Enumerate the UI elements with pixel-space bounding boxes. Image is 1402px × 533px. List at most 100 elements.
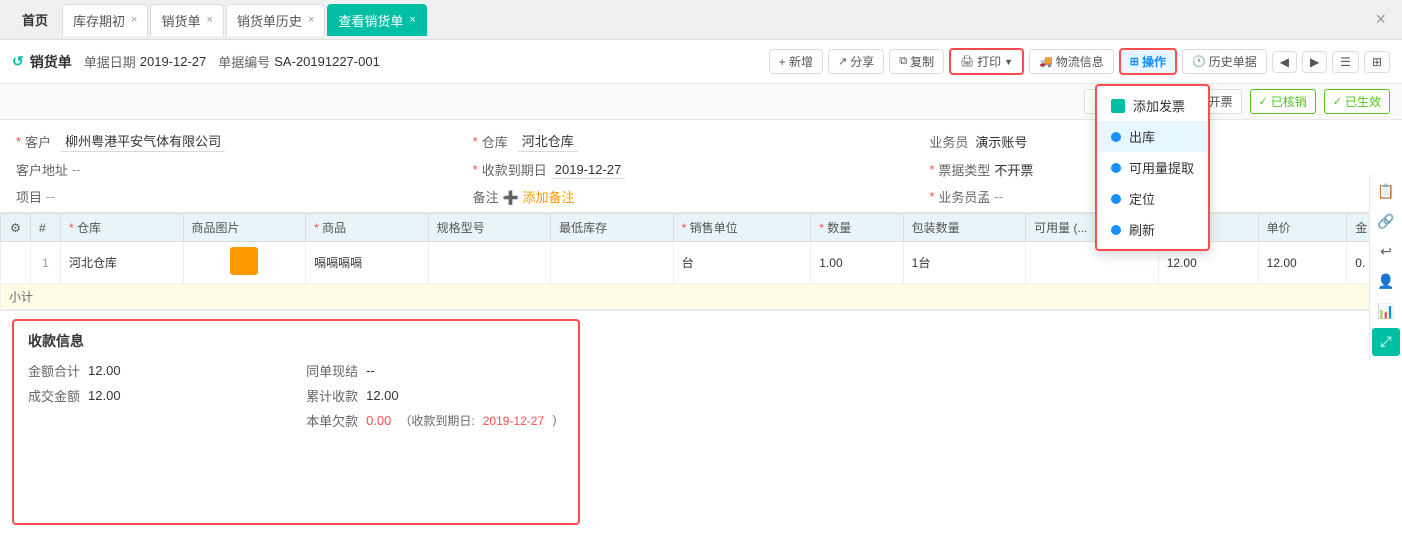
- address-field: 客户地址 --: [16, 160, 473, 179]
- doc-number-field: 单据编号 SA-20191227-001: [218, 52, 380, 71]
- close-icon[interactable]: ×: [409, 14, 415, 26]
- print-icon: 🖨: [960, 55, 974, 68]
- col-gear: ⚙: [1, 214, 31, 242]
- dropdown-item-add-invoice[interactable]: 添加发票: [1097, 90, 1208, 121]
- check-icon: ✓: [1259, 95, 1268, 108]
- cell-product-img: [183, 242, 306, 284]
- dropdown-arrow-icon: ▼: [1004, 57, 1013, 67]
- doc-date-field: 单据日期 2019-12-27: [84, 52, 207, 71]
- close-icon[interactable]: ×: [131, 14, 137, 26]
- toolbar-actions: + 新增 ↗ 分享 ⧉ 复制 🖨 打印 ▼ 🚚 物流信息 ⊞ 操作: [769, 48, 1390, 75]
- history-icon: 🕐: [1192, 55, 1206, 68]
- global-close-button[interactable]: ×: [1367, 9, 1394, 30]
- required-star: *: [929, 189, 934, 204]
- cell-spec: [428, 242, 551, 284]
- right-icon-4[interactable]: 👤: [1372, 268, 1400, 296]
- required-star: *: [473, 134, 478, 149]
- operations-dropdown: 添加发票 出库 可用量提取 定位 刷新: [1095, 84, 1210, 251]
- circle-icon: [1111, 163, 1121, 173]
- cell-num: 1: [31, 242, 61, 284]
- deal-amount-field: 成交金额 12.00: [28, 386, 286, 405]
- warehouse-field: * 仓库 河北仓库: [473, 130, 930, 152]
- col-pack-qty: 包装数量: [903, 214, 1026, 242]
- main-area: ↺ 销货单 单据日期 2019-12-27 单据编号 SA-20191227-0…: [0, 40, 1402, 533]
- dropdown-item-outbound[interactable]: 出库: [1097, 121, 1208, 152]
- logistics-button[interactable]: 🚚 物流信息: [1029, 49, 1114, 74]
- cell-pack-qty: 1台: [903, 242, 1026, 284]
- circle-icon: [1111, 194, 1121, 204]
- right-icon-5[interactable]: 📊: [1372, 298, 1400, 326]
- operations-button[interactable]: ⊞ 操作: [1119, 48, 1177, 75]
- customer-field: * 客户 柳州粤港平安气体有限公司: [16, 130, 473, 152]
- cell-product: 嗝嗝嗝嗝: [306, 242, 429, 284]
- col-quantity: * 数量: [811, 214, 903, 242]
- tab-home[interactable]: 首页: [8, 4, 62, 36]
- effective-button[interactable]: ✓ 已生效: [1324, 89, 1390, 114]
- circle-icon: [1111, 225, 1121, 235]
- view-list-button[interactable]: ☰: [1332, 51, 1359, 73]
- nav-next-button[interactable]: ▶: [1302, 51, 1327, 73]
- main-toolbar: ↺ 销货单 单据日期 2019-12-27 单据编号 SA-20191227-0…: [0, 40, 1402, 84]
- total-received-field: 累计收款 12.00: [306, 386, 564, 405]
- project-field: 项目 --: [16, 187, 473, 206]
- tab-inventory-open[interactable]: 库存期初 ×: [62, 4, 148, 36]
- print-button[interactable]: 🖨 打印 ▼: [949, 48, 1024, 75]
- checked-button[interactable]: ✓ 已核销: [1250, 89, 1316, 114]
- note-field: 备注 ➕ 添加备注: [473, 187, 930, 206]
- required-star: *: [16, 134, 21, 149]
- add-note-button[interactable]: ➕ 添加备注: [503, 187, 575, 206]
- logistics-icon: 🚚: [1039, 55, 1053, 68]
- receipt-info-panel: 收款信息 金额合计 12.00 同单现结 -- 成交金额 12.00 累计收款 …: [12, 319, 580, 525]
- subtotal-row: 小计: [1, 284, 1402, 310]
- effective-icon: ✓: [1333, 95, 1342, 108]
- required-star: *: [473, 162, 478, 177]
- right-icon-6[interactable]: ⤢: [1372, 328, 1400, 356]
- tab-bar: 首页 库存期初 × 销货单 × 销货单历史 × 查看销货单 × ×: [0, 0, 1402, 40]
- doc-icon: ↺: [12, 53, 24, 70]
- plus-icon: ➕: [503, 190, 519, 205]
- cell-unit-price: 12.00: [1258, 242, 1347, 284]
- operations-icon: ⊞: [1130, 55, 1139, 68]
- same-order-field: 同单现结 --: [306, 361, 564, 380]
- receipt-title: 收款信息: [28, 331, 564, 351]
- view-grid-button[interactable]: ⊞: [1364, 51, 1390, 73]
- close-icon[interactable]: ×: [206, 14, 212, 26]
- right-icon-panel: 📋 🔗 ↩ 👤 📊 ⤢: [1369, 174, 1402, 360]
- col-sales-unit: * 销售单位: [673, 214, 811, 242]
- tab-sales-history[interactable]: 销货单历史 ×: [226, 4, 325, 36]
- close-icon[interactable]: ×: [308, 14, 314, 26]
- square-icon: [1111, 99, 1125, 113]
- cell-gear: [1, 242, 31, 284]
- tab-sales-order[interactable]: 销货单 ×: [150, 4, 223, 36]
- copy-button[interactable]: ⧉ 复制: [889, 49, 944, 74]
- col-spec: 规格型号: [428, 214, 551, 242]
- cell-min-stock: [551, 242, 674, 284]
- payment-date-field: * 收款到期日 2019-12-27: [473, 160, 930, 179]
- col-product: * 商品: [306, 214, 429, 242]
- col-product-img: 商品图片: [183, 214, 306, 242]
- circle-icon: [1111, 132, 1121, 142]
- cell-warehouse: 河北仓库: [61, 242, 184, 284]
- share-icon: ↗: [838, 55, 847, 68]
- dropdown-item-available-qty[interactable]: 可用量提取: [1097, 152, 1208, 183]
- dropdown-item-refresh[interactable]: 刷新: [1097, 214, 1208, 245]
- right-icon-2[interactable]: 🔗: [1372, 208, 1400, 236]
- right-icon-1[interactable]: 📋: [1372, 178, 1400, 206]
- new-button[interactable]: + 新增: [769, 49, 823, 74]
- tab-view-sales[interactable]: 查看销货单 ×: [327, 4, 426, 36]
- col-warehouse: * 仓库: [61, 214, 184, 242]
- col-min-stock: 最低库存: [551, 214, 674, 242]
- nav-prev-button[interactable]: ◀: [1272, 51, 1297, 73]
- doc-info: ↺ 销货单 单据日期 2019-12-27 单据编号 SA-20191227-0…: [12, 52, 380, 72]
- share-button[interactable]: ↗ 分享: [828, 49, 884, 74]
- right-icon-3[interactable]: ↩: [1372, 238, 1400, 266]
- col-num: #: [31, 214, 61, 242]
- doc-title: ↺ 销货单: [12, 52, 72, 72]
- outstanding-field: 本单欠款 0.00 （收款到期日: 2019-12-27 ）: [306, 411, 564, 430]
- receipt-fields: 金额合计 12.00 同单现结 -- 成交金额 12.00 累计收款 12.00: [28, 361, 564, 430]
- dropdown-item-locate[interactable]: 定位: [1097, 183, 1208, 214]
- copy-icon: ⧉: [899, 55, 907, 68]
- col-unit-price: 单价: [1258, 214, 1347, 242]
- history-button[interactable]: 🕐 历史单据: [1182, 49, 1267, 74]
- cell-quantity: 1.00: [811, 242, 903, 284]
